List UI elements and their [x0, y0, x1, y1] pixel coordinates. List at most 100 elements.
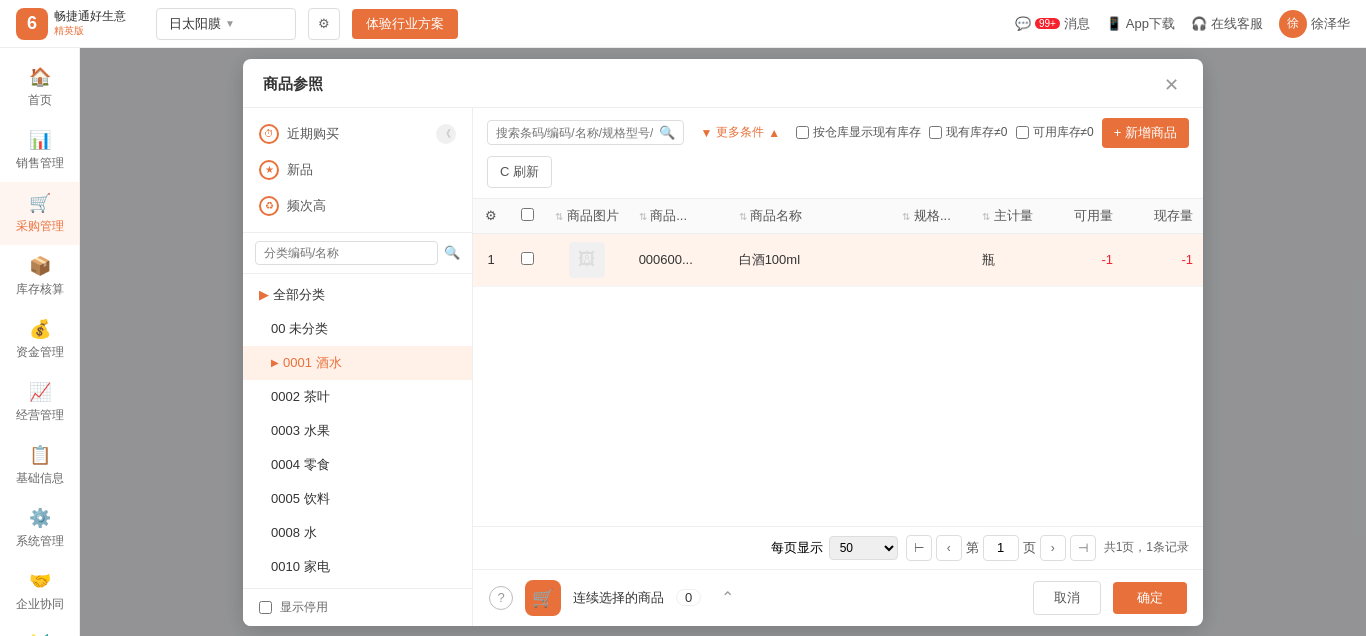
nav-actions: ⚙ 体验行业方案	[308, 8, 458, 40]
show-disabled-checkbox[interactable]	[259, 601, 272, 614]
modal-overlay: 商品参照 ✕ ⏱ 近期购买 《 ★ 新品 ♻	[80, 48, 1366, 636]
col-avail-label: 可用量	[1074, 208, 1113, 223]
settings-icon[interactable]: ⚙	[308, 8, 340, 40]
category-0001[interactable]: ▶ 0001 酒水	[243, 346, 472, 380]
customer-service-button[interactable]: 🎧 在线客服	[1191, 15, 1263, 33]
category-0002[interactable]: 0002 茶叶	[243, 380, 472, 414]
last-page-button[interactable]: ⊣	[1070, 535, 1096, 561]
sidebar-item-finance[interactable]: 💰 资金管理	[0, 308, 79, 371]
sidebar-label-inventory: 库存核算	[16, 281, 64, 298]
checkbox-warehouse-filter[interactable]: 按仓库显示现有库存	[796, 124, 921, 141]
confirm-button[interactable]: 确定	[1113, 582, 1187, 614]
first-page-button[interactable]: ⊢	[906, 535, 932, 561]
col-spec: ⇅ 规格...	[892, 199, 972, 234]
messages-label: 消息	[1064, 15, 1090, 33]
filter-label: 更多条件	[716, 124, 764, 141]
cart-button[interactable]: 🛒	[525, 580, 561, 616]
avatar: 徐	[1279, 10, 1307, 38]
warehouse-checkbox[interactable]	[796, 126, 809, 139]
category-00[interactable]: 00 未分类	[243, 312, 472, 346]
collapse-footer-icon[interactable]: ⌃	[713, 584, 741, 612]
sidebar-item-basic-info[interactable]: 📋 基础信息	[0, 434, 79, 497]
row-num: 1	[473, 233, 509, 286]
all-arrow-icon: ▶	[259, 287, 269, 302]
available-nonzero-checkbox[interactable]	[1016, 126, 1029, 139]
col-available: 可用量	[1043, 199, 1123, 234]
home-icon: 🏠	[29, 66, 51, 88]
img-sort-icon: ⇅	[555, 211, 563, 222]
stock-nonzero-checkbox[interactable]	[929, 126, 942, 139]
row-spec-cell	[892, 233, 972, 286]
quick-link-frequent[interactable]: ♻ 频次高	[243, 188, 472, 224]
app-download-button[interactable]: 📱 App下载	[1106, 15, 1175, 33]
available-nonzero-label: 可用库存≠0	[1033, 124, 1094, 141]
close-button[interactable]: ✕	[1159, 73, 1183, 97]
sidebar-item-home[interactable]: 🏠 首页	[0, 56, 79, 119]
sidebar-item-sales[interactable]: 📊 销售管理	[0, 119, 79, 182]
settings-col-icon[interactable]: ⚙	[485, 208, 497, 223]
table-row[interactable]: 1 🖼	[473, 233, 1203, 286]
category-0008[interactable]: 0008 水	[243, 516, 472, 550]
logo-icon: 6	[16, 8, 48, 40]
col-checkbox	[509, 199, 545, 234]
sidebar-item-guide[interactable]: 🔰 新手引导	[0, 623, 79, 636]
category-search-input[interactable]	[255, 241, 438, 265]
next-page-button[interactable]: ›	[1040, 535, 1066, 561]
headphone-icon: 🎧	[1191, 16, 1207, 31]
sidebar-label-finance: 资金管理	[16, 344, 64, 361]
user-profile[interactable]: 徐 徐泽华	[1279, 10, 1350, 38]
messages-button[interactable]: 💬 99 消息	[1015, 15, 1090, 33]
col-stock: 现存量	[1123, 199, 1203, 234]
row-avail: -1	[1101, 252, 1113, 267]
help-button[interactable]: ?	[489, 586, 513, 610]
product-search-icon[interactable]: 🔍	[659, 125, 675, 140]
prev-page-button[interactable]: ‹	[936, 535, 962, 561]
col-code: ⇅ 商品...	[629, 199, 729, 234]
select-all-checkbox[interactable]	[521, 208, 534, 221]
company-selector[interactable]: 日太阳膜 ▼	[156, 8, 296, 40]
cat-0005-label: 0005 饮料	[271, 490, 330, 508]
category-0005[interactable]: 0005 饮料	[243, 482, 472, 516]
experience-button[interactable]: 体验行业方案	[352, 9, 458, 39]
new-label: 新品	[287, 161, 313, 179]
row-image-cell: 🖼	[545, 233, 629, 286]
category-0010[interactable]: 0010 家电	[243, 550, 472, 584]
cancel-button[interactable]: 取消	[1033, 581, 1101, 615]
per-page-select[interactable]: 50 100	[829, 536, 898, 560]
row-name-cell: 白酒100ml	[729, 233, 893, 286]
sidebar-item-operations[interactable]: 📈 经营管理	[0, 371, 79, 434]
category-0004[interactable]: 0004 零食	[243, 448, 472, 482]
cat-0001-label: 0001 酒水	[283, 354, 342, 372]
row-checkbox-cell	[509, 233, 545, 286]
quick-link-new[interactable]: ★ 新品	[243, 152, 472, 188]
per-page-area: 每页显示 50 100	[771, 536, 898, 560]
collapse-left-icon[interactable]: 《	[436, 124, 456, 144]
sidebar-item-purchase[interactable]: 🛒 采购管理	[0, 182, 79, 245]
row-stock: -1	[1181, 252, 1193, 267]
sidebar-item-system[interactable]: ⚙️ 系统管理	[0, 497, 79, 560]
product-search-box: 🔍	[487, 120, 684, 145]
col-name-label: 商品名称	[750, 208, 802, 223]
refresh-button[interactable]: C 刷新	[487, 156, 552, 188]
sidebar-item-cooperation[interactable]: 🤝 企业协同	[0, 560, 79, 623]
add-product-button[interactable]: + 新增商品	[1102, 118, 1189, 148]
filter-arrow-icon: ▲	[768, 126, 780, 140]
category-0003[interactable]: 0003 水果	[243, 414, 472, 448]
product-search-input[interactable]	[496, 126, 653, 140]
category-all[interactable]: ▶ 全部分类	[243, 278, 472, 312]
selected-count: 0	[676, 589, 701, 606]
filter-button[interactable]: ▼ 更多条件 ▲	[692, 120, 788, 145]
name-sort-icon: ⇅	[739, 211, 747, 222]
product-image: 🖼	[569, 242, 605, 278]
recent-icon: ⏱	[259, 124, 279, 144]
category-search-icon[interactable]: 🔍	[444, 245, 460, 260]
logo-text: 畅捷通好生意	[54, 9, 126, 25]
checkbox-stock-nonzero[interactable]: 现有库存≠0	[929, 124, 1007, 141]
col-unit: ⇅ 主计量	[972, 199, 1043, 234]
sidebar-item-inventory[interactable]: 📦 库存核算	[0, 245, 79, 308]
page-input[interactable]	[983, 535, 1019, 561]
stock-nonzero-label: 现有库存≠0	[946, 124, 1007, 141]
quick-link-recent[interactable]: ⏱ 近期购买 《	[243, 116, 472, 152]
checkbox-available-nonzero[interactable]: 可用库存≠0	[1016, 124, 1094, 141]
row-checkbox[interactable]	[521, 252, 534, 265]
